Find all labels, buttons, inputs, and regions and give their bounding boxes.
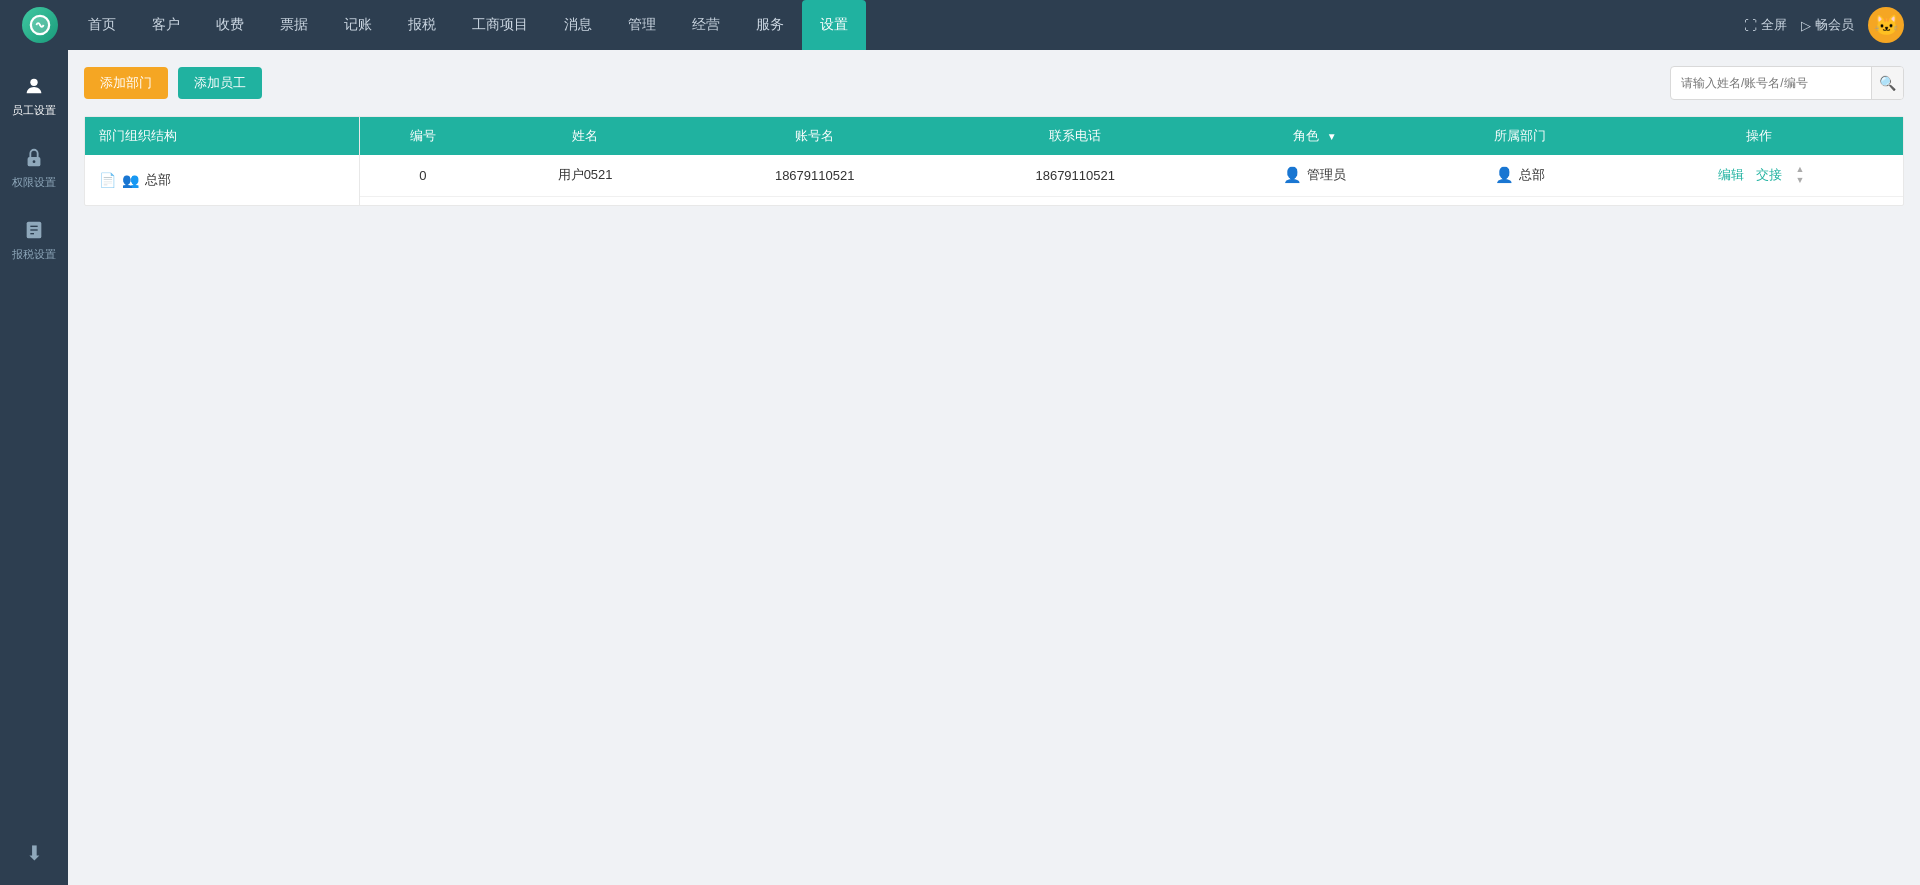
dept-tree-item-root[interactable]: 📄 👥 总部	[99, 165, 345, 195]
nav-home[interactable]: 首页	[70, 0, 134, 50]
col-phone: 联系电话	[945, 117, 1206, 155]
emp-table: 编号 姓名 账号名 联系电话 角色 ▼ 所属部门 操作	[360, 117, 1903, 197]
cell-name: 用户0521	[486, 155, 685, 196]
avatar[interactable]: 🐱	[1868, 7, 1904, 43]
sidebar: 员工设置 权限设置 报税设置	[0, 50, 68, 885]
cell-account: 18679110521	[684, 155, 945, 196]
role-label: 管理员	[1307, 166, 1346, 184]
row-down-icon[interactable]: ▼	[1795, 176, 1804, 186]
nav-account[interactable]: 记账	[326, 0, 390, 50]
sidebar-download-icon[interactable]: ⬇	[16, 831, 53, 875]
cell-role: 👤 管理员	[1205, 155, 1424, 196]
add-emp-button[interactable]: 添加员工	[178, 67, 262, 99]
main-layout: 员工设置 权限设置 报税设置	[0, 50, 1920, 885]
nav-business[interactable]: 工商项目	[454, 0, 546, 50]
search-icon: 🔍	[1879, 75, 1896, 91]
cell-id: 0	[360, 155, 486, 196]
svg-point-0	[30, 79, 37, 86]
member-icon: ▷	[1801, 18, 1811, 33]
logo	[10, 7, 70, 43]
emp-table-wrap: 编号 姓名 账号名 联系电话 角色 ▼ 所属部门 操作	[360, 117, 1903, 205]
scroll-ctrl-inline: ▲ ▼	[1795, 165, 1804, 186]
sidebar-item-permission[interactable]: 权限设置	[0, 132, 68, 204]
nav-right: ⛶ 全屏 ▷ 畅会员 🐱	[1744, 7, 1920, 43]
dept-file-icon: 📄	[99, 172, 116, 188]
lock-icon	[22, 146, 46, 170]
nav-fee[interactable]: 收费	[198, 0, 262, 50]
dept-tree-body: 📄 👥 总部	[85, 155, 359, 205]
col-role[interactable]: 角色 ▼	[1205, 117, 1424, 155]
sidebar-permission-label: 权限设置	[12, 175, 56, 190]
col-dept: 所属部门	[1424, 117, 1615, 155]
nav-operation[interactable]: 经营	[674, 0, 738, 50]
member-button[interactable]: ▷ 畅会员	[1801, 16, 1854, 34]
search-input[interactable]	[1671, 70, 1871, 96]
fullscreen-label: 全屏	[1761, 16, 1787, 34]
member-label: 畅会员	[1815, 16, 1854, 34]
role-user-icon: 👤	[1283, 166, 1302, 184]
sidebar-bottom: ⬇	[0, 831, 68, 885]
nav-settings[interactable]: 设置	[802, 0, 866, 50]
cell-phone: 18679110521	[945, 155, 1206, 196]
col-name: 姓名	[486, 117, 685, 155]
nav-manage[interactable]: 管理	[610, 0, 674, 50]
col-action: 操作	[1616, 117, 1903, 155]
role-filter-icon: ▼	[1327, 131, 1337, 142]
dept-name: 总部	[145, 171, 171, 189]
table-body: 0 用户0521 18679110521 18679110521 👤 管理员	[360, 155, 1903, 196]
dept-user-icon: 👤	[1495, 166, 1514, 184]
svg-point-2	[33, 160, 36, 163]
add-dept-button[interactable]: 添加部门	[84, 67, 168, 99]
search-box: 🔍	[1670, 66, 1904, 100]
nav-service[interactable]: 服务	[738, 0, 802, 50]
fullscreen-button[interactable]: ⛶ 全屏	[1744, 16, 1787, 34]
nav-customer[interactable]: 客户	[134, 0, 198, 50]
logo-icon	[22, 7, 58, 43]
content-area: 添加部门 添加员工 🔍 部门组织结构 📄 👥 总部	[68, 50, 1920, 885]
cell-actions: 编辑 交接 ▲ ▼	[1616, 155, 1903, 196]
dept-label: 总部	[1519, 166, 1545, 184]
nav-bill[interactable]: 票据	[262, 0, 326, 50]
sidebar-item-employee[interactable]: 员工设置	[0, 60, 68, 132]
fullscreen-icon: ⛶	[1744, 18, 1757, 33]
col-account: 账号名	[684, 117, 945, 155]
tax-settings-icon	[22, 218, 46, 242]
cell-dept: 👤 总部	[1424, 155, 1615, 196]
sidebar-item-taxsettings[interactable]: 报税设置	[0, 204, 68, 276]
dept-tree: 部门组织结构 📄 👥 总部	[85, 117, 360, 205]
nav-tax[interactable]: 报税	[390, 0, 454, 50]
dept-tree-header: 部门组织结构	[85, 117, 359, 155]
nav-message[interactable]: 消息	[546, 0, 610, 50]
transfer-link[interactable]: 交接	[1756, 167, 1782, 182]
row-up-icon[interactable]: ▲	[1795, 165, 1804, 175]
toolbar: 添加部门 添加员工 🔍	[84, 66, 1904, 100]
col-id: 编号	[360, 117, 486, 155]
sidebar-employee-label: 员工设置	[12, 103, 56, 118]
edit-link[interactable]: 编辑	[1718, 167, 1744, 182]
table-header: 编号 姓名 账号名 联系电话 角色 ▼ 所属部门 操作	[360, 117, 1903, 155]
main-panel: 部门组织结构 📄 👥 总部 编号 姓名 账号名	[84, 116, 1904, 206]
top-nav: 首页 客户 收费 票据 记账 报税 工商项目 消息 管理 经营 服务 设置 ⛶ …	[0, 0, 1920, 50]
dept-user-icon: 👥	[122, 172, 139, 188]
sidebar-taxsettings-label: 报税设置	[12, 247, 56, 262]
table-row: 0 用户0521 18679110521 18679110521 👤 管理员	[360, 155, 1903, 196]
search-button[interactable]: 🔍	[1871, 67, 1903, 99]
employee-icon	[22, 74, 46, 98]
nav-items: 首页 客户 收费 票据 记账 报税 工商项目 消息 管理 经营 服务 设置	[70, 0, 1744, 50]
